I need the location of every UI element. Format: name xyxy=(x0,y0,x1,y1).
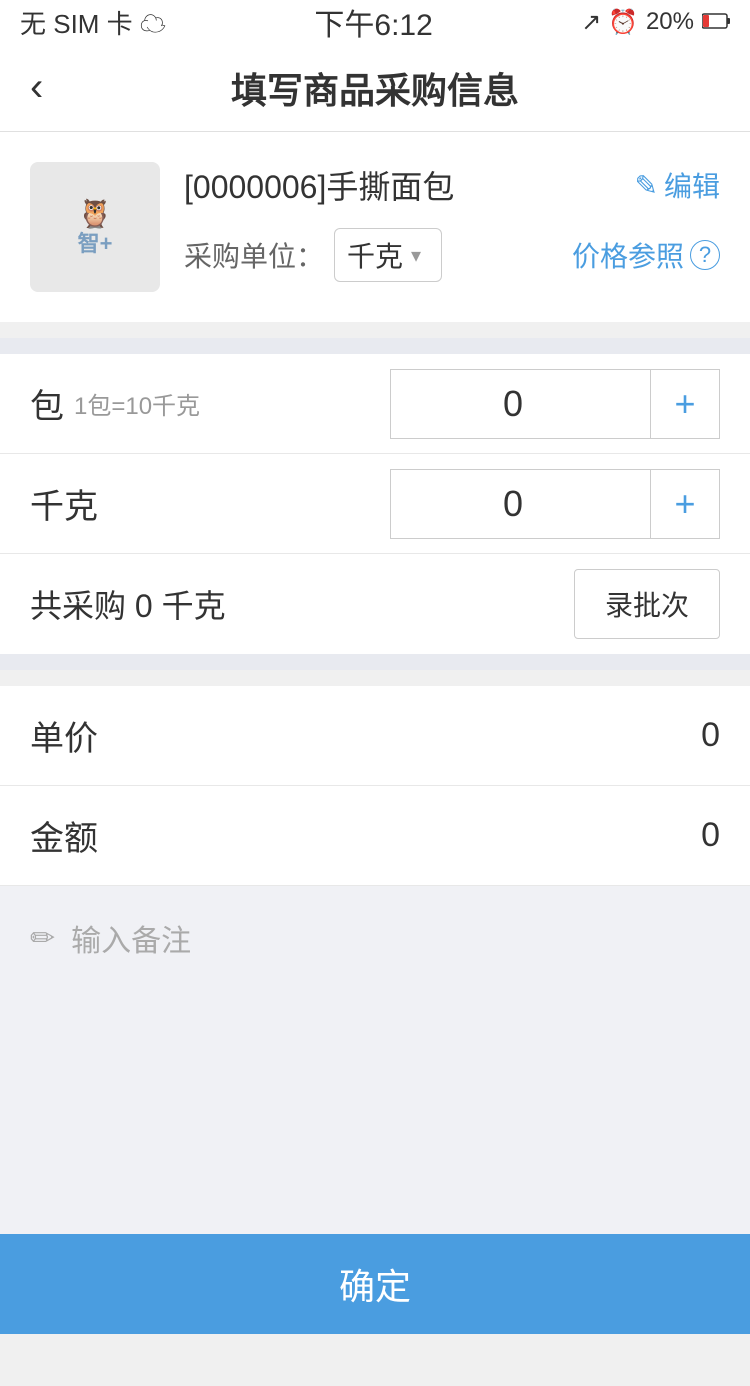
edit-label: 编辑 xyxy=(664,165,720,205)
status-bar: 无 SIM 卡 ☁ 下午6:12 ↗ ⏰ 20% xyxy=(0,0,750,44)
bag-input-row: 包 1包=10千克 + xyxy=(0,354,750,454)
status-right: ↗ ⏰ 20% xyxy=(581,8,730,37)
kg-quantity-input[interactable] xyxy=(390,469,650,539)
kg-input-right: + xyxy=(390,469,720,539)
battery-level: 20% xyxy=(646,8,694,36)
price-section: 单价 0 金额 0 xyxy=(0,686,750,886)
unit-label: 采购单位： xyxy=(184,235,324,275)
status-left: 无 SIM 卡 ☁ xyxy=(20,4,166,41)
kg-input-row: 千克 + xyxy=(0,454,750,554)
price-ref-button[interactable]: 价格参照 ? xyxy=(572,235,720,275)
summary-text: 共采购 0 千克 xyxy=(30,581,226,627)
status-icons: ↗ ⏰ xyxy=(581,8,638,37)
bag-input-right: + xyxy=(390,369,720,439)
sim-status: 无 SIM 卡 ☁ xyxy=(20,4,166,41)
amount-label: 金额 xyxy=(30,811,98,860)
pencil-icon: ✏ xyxy=(30,921,55,956)
product-header: [0000006]手撕面包 ✎ 编辑 xyxy=(184,162,720,208)
unit-select[interactable]: 千克 ▾ xyxy=(334,228,442,282)
help-icon: ? xyxy=(690,240,720,270)
chevron-down-icon: ▾ xyxy=(411,243,421,268)
main-content: 🦉 智+ [0000006]手撕面包 ✎ 编辑 采购单位： 千克 ▾ xyxy=(0,132,750,1386)
kg-plus-button[interactable]: + xyxy=(650,469,720,539)
back-button[interactable]: ‹ xyxy=(30,65,90,110)
bag-sublabel: 1包=10千克 xyxy=(74,386,200,421)
unit-value: 千克 xyxy=(347,235,403,275)
product-unit-row: 采购单位： 千克 ▾ 价格参照 ? xyxy=(184,228,720,282)
batch-record-button[interactable]: 录批次 xyxy=(574,569,720,639)
notes-placeholder: 输入备注 xyxy=(71,916,191,960)
confirm-button[interactable]: 确定 xyxy=(0,1234,750,1334)
product-image: 🦉 智+ xyxy=(30,162,160,292)
amount-row: 金额 0 xyxy=(0,786,750,886)
product-info: [0000006]手撕面包 ✎ 编辑 采购单位： 千克 ▾ 价格参照 ? xyxy=(184,162,720,282)
page-title: 填写商品采购信息 xyxy=(231,62,519,114)
status-time: 下午6:12 xyxy=(314,0,432,44)
price-ref-label: 价格参照 xyxy=(572,235,684,275)
nav-bar: ‹ 填写商品采购信息 xyxy=(0,44,750,132)
product-card: 🦉 智+ [0000006]手撕面包 ✎ 编辑 采购单位： 千克 ▾ xyxy=(0,132,750,322)
amount-value: 0 xyxy=(701,816,720,855)
notes-section[interactable]: ✏ 输入备注 xyxy=(0,886,750,1086)
bag-label: 包 xyxy=(30,379,64,428)
product-image-placeholder: 🦉 智+ xyxy=(78,197,113,257)
section-divider-2 xyxy=(0,654,750,670)
unit-price-label: 单价 xyxy=(30,711,98,760)
summary-row: 共采购 0 千克 录批次 xyxy=(0,554,750,654)
unit-price-value: 0 xyxy=(701,716,720,755)
kg-label: 千克 xyxy=(30,479,98,528)
section-divider-1 xyxy=(0,338,750,354)
notes-input-row: ✏ 输入备注 xyxy=(30,916,720,960)
unit-price-row: 单价 0 xyxy=(0,686,750,786)
quantity-input-section: 包 1包=10千克 + 千克 + xyxy=(0,354,750,554)
battery-icon xyxy=(702,8,730,36)
product-name: [0000006]手撕面包 xyxy=(184,162,454,208)
edit-button[interactable]: ✎ 编辑 xyxy=(635,165,720,205)
bag-plus-button[interactable]: + xyxy=(650,369,720,439)
bag-quantity-input[interactable] xyxy=(390,369,650,439)
edit-icon: ✎ xyxy=(635,169,658,202)
